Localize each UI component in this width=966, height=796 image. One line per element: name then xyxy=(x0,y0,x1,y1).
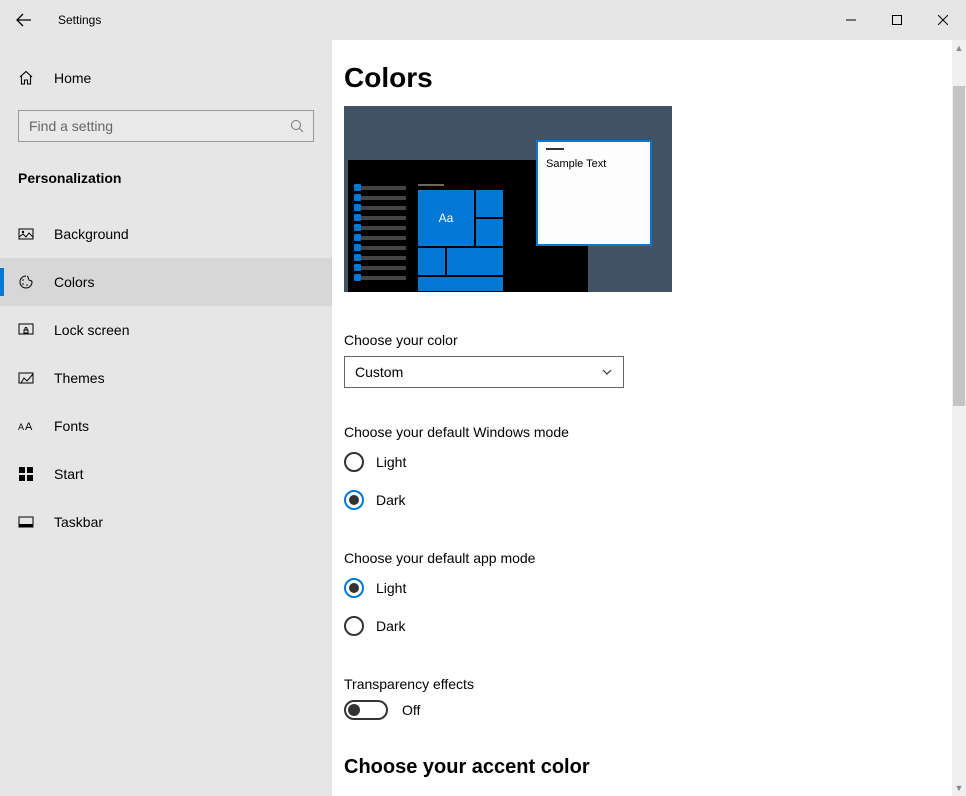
sidebar-item-label: Start xyxy=(54,466,84,482)
close-icon xyxy=(938,15,948,25)
sidebar-item-label: Taskbar xyxy=(54,514,103,530)
search-input[interactable] xyxy=(29,118,281,134)
choose-color-label: Choose your color xyxy=(344,332,952,348)
picture-icon xyxy=(18,226,34,242)
radio-icon xyxy=(344,490,364,510)
nav-list: Background Colors Lock screen Themes AA … xyxy=(0,210,332,546)
sidebar-item-label: Lock screen xyxy=(54,322,129,338)
fonts-icon: AA xyxy=(18,418,34,434)
back-arrow-icon xyxy=(16,12,32,28)
sidebar-item-taskbar[interactable]: Taskbar xyxy=(0,498,332,546)
windows-mode-label: Choose your default Windows mode xyxy=(344,424,952,440)
minimize-button[interactable] xyxy=(828,0,874,40)
scroll-thumb[interactable] xyxy=(953,86,965,406)
toggle-knob xyxy=(348,704,360,716)
home-label: Home xyxy=(54,70,91,86)
radio-icon xyxy=(344,616,364,636)
chevron-down-icon xyxy=(601,366,613,378)
sidebar-item-lock-screen[interactable]: Lock screen xyxy=(0,306,332,354)
sidebar-item-background[interactable]: Background xyxy=(0,210,332,258)
maximize-icon xyxy=(892,15,902,25)
sidebar-item-fonts[interactable]: AA Fonts xyxy=(0,402,332,450)
lock-screen-icon xyxy=(18,322,34,338)
app-mode-label: Choose your default app mode xyxy=(344,550,952,566)
accent-color-heading: Choose your accent color xyxy=(344,756,952,779)
home-nav-item[interactable]: Home xyxy=(0,58,332,98)
window-controls xyxy=(828,0,966,40)
start-icon xyxy=(18,466,34,482)
svg-text:A: A xyxy=(18,422,24,432)
themes-icon xyxy=(18,370,34,386)
app-mode-group: Choose your default app mode Light Dark xyxy=(344,550,952,640)
home-icon xyxy=(18,70,34,86)
sidebar: Home Personalization Background Colors xyxy=(0,40,332,796)
sidebar-item-themes[interactable]: Themes xyxy=(0,354,332,402)
app-mode-dark-option[interactable]: Dark xyxy=(344,612,952,640)
sidebar-item-label: Fonts xyxy=(54,418,89,434)
main-content: Colors Aa Sample Text xyxy=(332,40,952,796)
transparency-state: Off xyxy=(402,702,420,718)
palette-icon xyxy=(18,274,34,290)
svg-text:A: A xyxy=(25,421,33,433)
radio-label: Dark xyxy=(376,618,406,634)
scroll-down-button[interactable]: ▼ xyxy=(952,780,966,796)
minimize-icon xyxy=(846,15,856,25)
search-icon xyxy=(290,119,305,134)
radio-icon xyxy=(344,452,364,472)
page-title: Colors xyxy=(332,40,952,106)
color-preview: Aa Sample Text xyxy=(344,106,672,292)
titlebar: Settings xyxy=(0,0,966,40)
transparency-label: Transparency effects xyxy=(344,676,952,692)
windows-mode-group: Choose your default Windows mode Light D… xyxy=(344,424,952,514)
preview-tile: Aa xyxy=(418,190,474,246)
radio-label: Light xyxy=(376,580,406,596)
radio-label: Dark xyxy=(376,492,406,508)
titlebar-title: Settings xyxy=(48,13,101,27)
sidebar-section-label: Personalization xyxy=(0,148,332,196)
sidebar-item-label: Themes xyxy=(54,370,105,386)
sidebar-item-label: Background xyxy=(54,226,129,242)
windows-mode-dark-option[interactable]: Dark xyxy=(344,486,952,514)
choose-color-value: Custom xyxy=(355,364,403,380)
preview-sample-text: Sample Text xyxy=(546,158,642,170)
app-mode-light-option[interactable]: Light xyxy=(344,574,952,602)
scroll-up-button[interactable]: ▲ xyxy=(952,40,966,56)
search-container xyxy=(0,98,332,148)
close-button[interactable] xyxy=(920,0,966,40)
taskbar-icon xyxy=(18,514,34,530)
sidebar-item-label: Colors xyxy=(54,274,94,290)
transparency-toggle[interactable] xyxy=(344,700,388,720)
preview-window: Sample Text xyxy=(536,140,652,246)
back-button[interactable] xyxy=(0,0,48,40)
maximize-button[interactable] xyxy=(874,0,920,40)
vertical-scrollbar[interactable]: ▲ ▼ xyxy=(952,40,966,796)
sidebar-item-start[interactable]: Start xyxy=(0,450,332,498)
sidebar-item-colors[interactable]: Colors xyxy=(0,258,332,306)
radio-icon xyxy=(344,578,364,598)
choose-color-select[interactable]: Custom xyxy=(344,356,624,388)
search-box[interactable] xyxy=(18,110,314,142)
radio-label: Light xyxy=(376,454,406,470)
windows-mode-light-option[interactable]: Light xyxy=(344,448,952,476)
